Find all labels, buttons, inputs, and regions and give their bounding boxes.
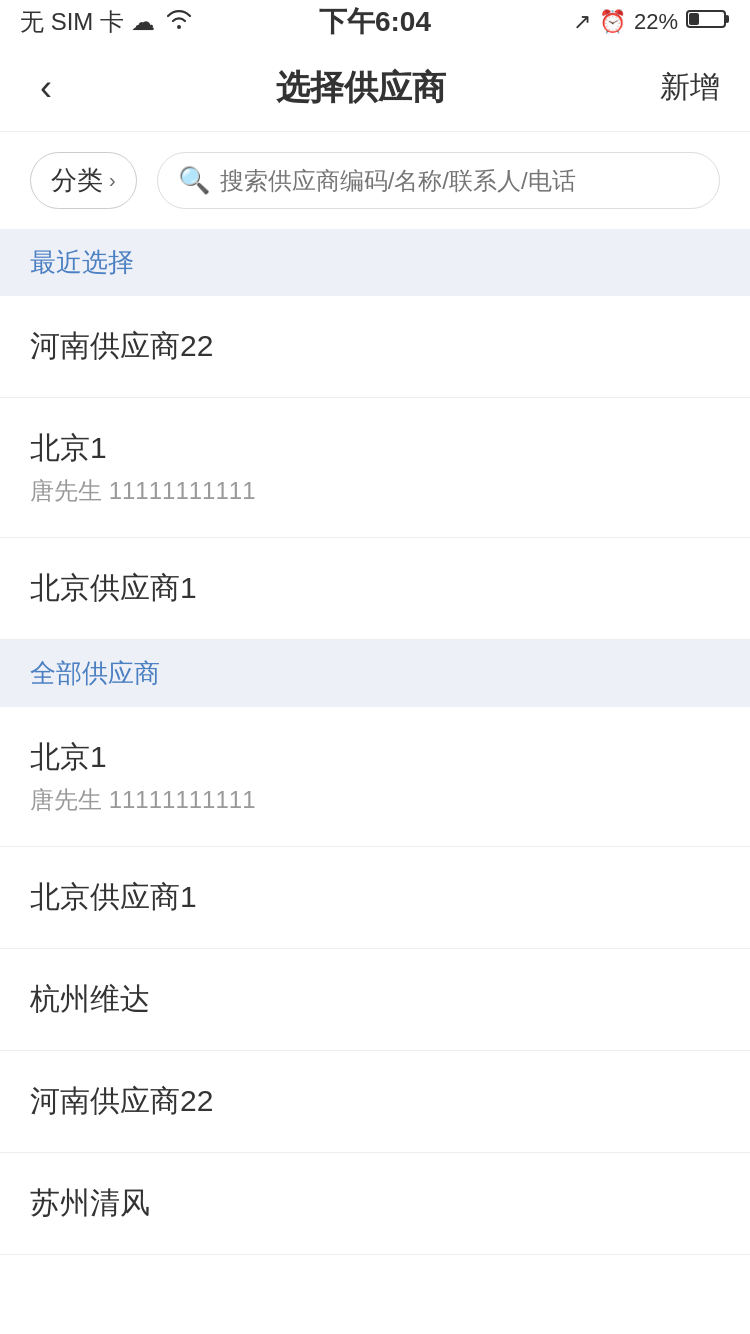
- search-input[interactable]: [220, 167, 699, 195]
- search-icon: 🔍: [178, 165, 210, 196]
- nav-bar: ‹ 选择供应商 新增: [0, 44, 750, 132]
- back-button[interactable]: ‹: [30, 57, 62, 119]
- svg-rect-2: [689, 13, 699, 25]
- list-item[interactable]: 北京1 唐先生 11111111111: [0, 707, 750, 847]
- battery-label: 22%: [634, 9, 678, 35]
- item-name: 苏州清风: [30, 1183, 720, 1224]
- search-area: 分类 › 🔍: [0, 132, 750, 229]
- list-item[interactable]: 北京供应商1: [0, 538, 750, 640]
- status-left: 无 SIM 卡 ☁: [20, 6, 195, 38]
- category-button[interactable]: 分类 ›: [30, 152, 137, 209]
- item-name: 北京供应商1: [30, 877, 720, 918]
- battery-icon: [686, 8, 730, 36]
- alarm-icon: ⏰: [599, 9, 626, 35]
- item-name: 河南供应商22: [30, 1081, 720, 1122]
- list-item[interactable]: 杭州维达: [0, 949, 750, 1051]
- item-name: 杭州维达: [30, 979, 720, 1020]
- status-right: ↗ ⏰ 22%: [573, 8, 730, 36]
- item-name: 北京供应商1: [30, 568, 720, 609]
- item-sub: 唐先生 11111111111: [30, 475, 720, 507]
- all-list: 北京1 唐先生 11111111111 北京供应商1 杭州维达河南供应商22 苏州清风: [0, 707, 750, 1255]
- list-item[interactable]: 北京1 唐先生 11111111111: [0, 398, 750, 538]
- svg-rect-1: [725, 15, 729, 23]
- item-sub: 唐先生 11111111111: [30, 784, 720, 816]
- list-item[interactable]: 河南供应商22: [0, 1051, 750, 1153]
- page-title: 选择供应商: [276, 65, 446, 111]
- item-name: 河南供应商22: [30, 326, 720, 367]
- search-box: 🔍: [157, 152, 720, 209]
- wifi-icon: [163, 8, 195, 36]
- sim-label: 无 SIM 卡 ☁: [20, 6, 155, 38]
- status-time: 下午6:04: [319, 3, 431, 41]
- category-chevron-icon: ›: [109, 169, 116, 192]
- item-name: 北京1: [30, 428, 720, 469]
- status-bar: 无 SIM 卡 ☁ 下午6:04 ↗ ⏰ 22%: [0, 0, 750, 44]
- recent-list: 河南供应商22 北京1 唐先生 11111111111 北京供应商1: [0, 296, 750, 640]
- list-item[interactable]: 河南供应商22: [0, 296, 750, 398]
- list-item[interactable]: 苏州清风: [0, 1153, 750, 1255]
- location-icon: ↗: [573, 9, 591, 35]
- all-section-header: 全部供应商: [0, 640, 750, 707]
- list-item[interactable]: 北京供应商1: [0, 847, 750, 949]
- add-button[interactable]: 新增: [660, 67, 720, 108]
- recent-section-header: 最近选择: [0, 229, 750, 296]
- item-name: 北京1: [30, 737, 720, 778]
- category-label: 分类: [51, 163, 103, 198]
